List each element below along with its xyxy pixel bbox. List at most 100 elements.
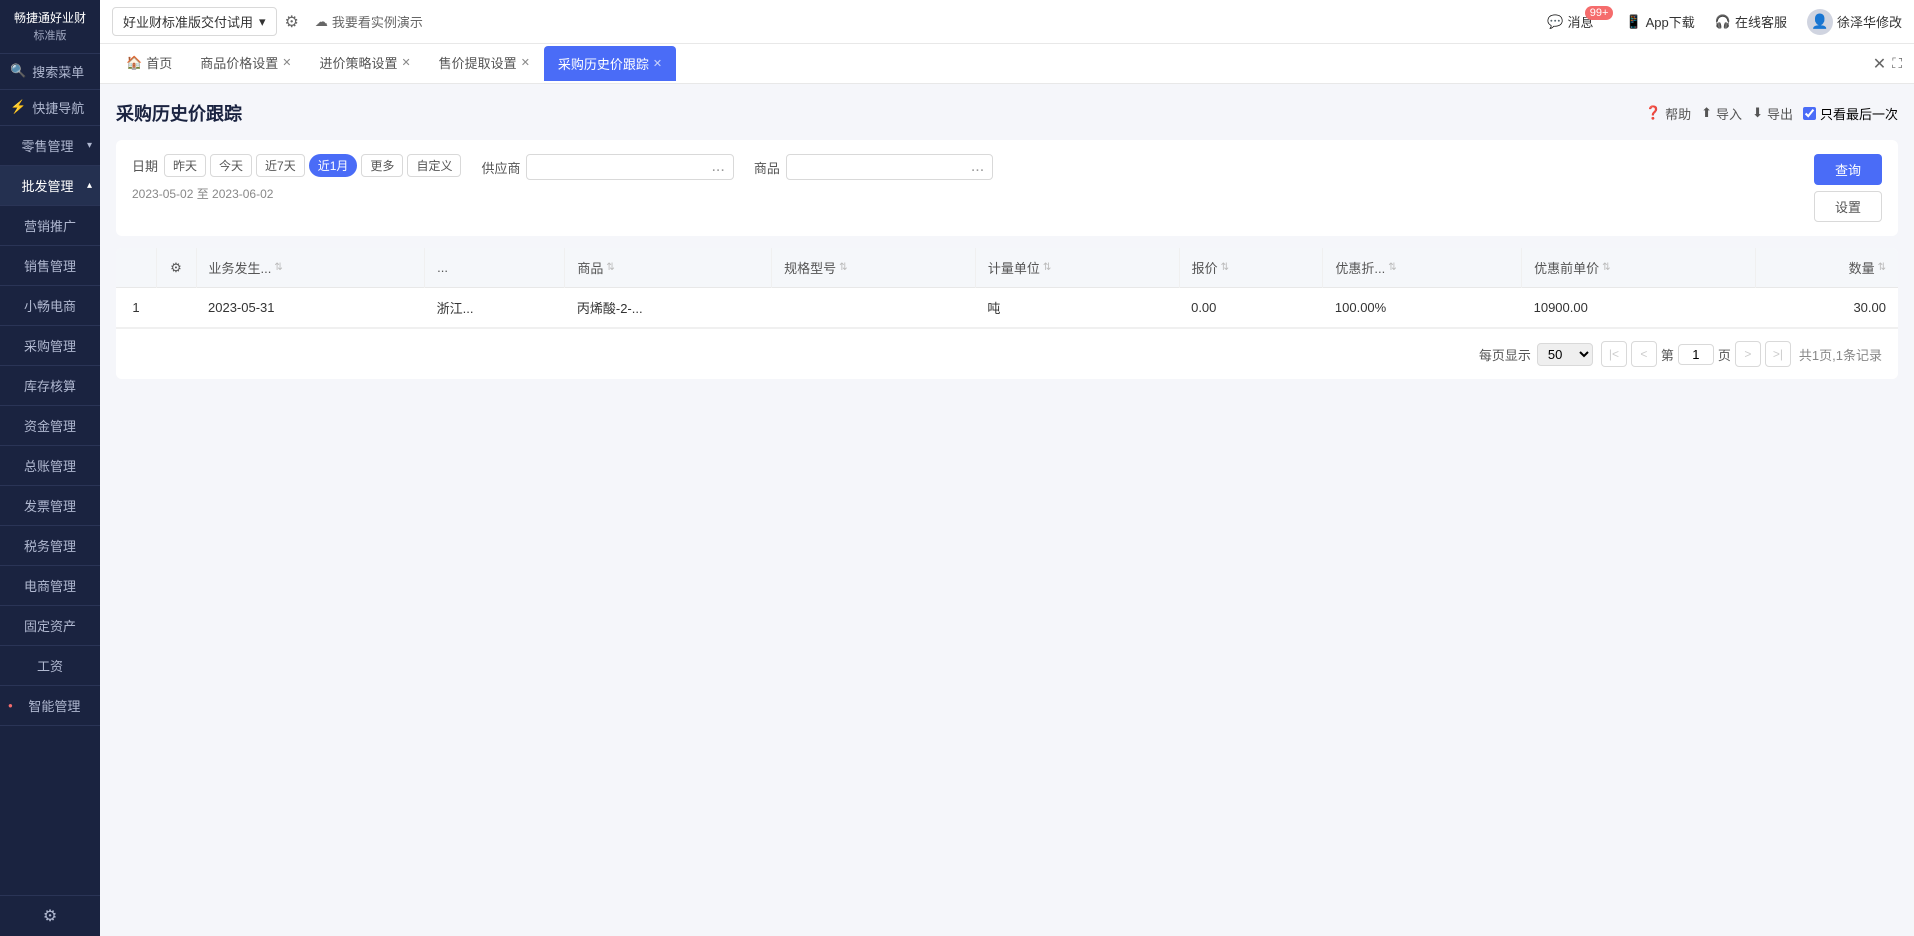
col-product[interactable]: 商品 ⇅ xyxy=(565,248,772,288)
filter-area: 日期 昨天 今天 近7天 近1月 更多 自定义 2023-05-02 至 202… xyxy=(116,140,1898,236)
query-button[interactable]: 查询 xyxy=(1814,154,1882,185)
tab-close-icon[interactable]: ✕ xyxy=(282,56,291,69)
avatar: 👤 xyxy=(1807,9,1833,35)
sidebar-item-quick-nav[interactable]: ⚡ 快捷导航 xyxy=(0,90,100,126)
tab-home[interactable]: 🏠 首页 xyxy=(112,45,186,82)
date-btn-7days[interactable]: 近7天 xyxy=(256,154,305,177)
online-service-label: 在线客服 xyxy=(1735,12,1787,31)
sidebar-item-wholesale[interactable]: 批发管理 ▴ xyxy=(0,166,100,206)
col-seq xyxy=(116,248,156,288)
tab-close-icon[interactable]: ✕ xyxy=(653,57,662,70)
sidebar-item-tax[interactable]: 税务管理 xyxy=(0,526,100,566)
date-btn-1month[interactable]: 近1月 xyxy=(309,154,358,177)
date-btn-yesterday[interactable]: 昨天 xyxy=(164,154,206,177)
only-last-label[interactable]: 只看最后一次 xyxy=(1820,104,1898,123)
sidebar-item-marketing[interactable]: 营销推广 xyxy=(0,206,100,246)
product-dots[interactable]: ... xyxy=(971,158,984,176)
page-label: 第 xyxy=(1661,345,1674,364)
tabs-expand-btn[interactable]: ⛶ xyxy=(1892,55,1902,72)
export-btn[interactable]: ⬇ 导出 xyxy=(1752,104,1793,123)
col-quote[interactable]: 报价 ⇅ xyxy=(1179,248,1323,288)
page-size-select[interactable]: 50 100 200 xyxy=(1537,343,1593,366)
help-btn[interactable]: ❓ 帮助 xyxy=(1645,104,1691,123)
supplier-input[interactable] xyxy=(535,160,711,175)
product-input[interactable] xyxy=(795,160,971,175)
sort-icon: ⇅ xyxy=(1878,262,1886,273)
tabs-close-btn[interactable]: ✕ xyxy=(1873,54,1886,74)
page-number-input[interactable] xyxy=(1678,344,1714,365)
col-gear[interactable]: ⚙ xyxy=(156,248,196,288)
sidebar-item-ai[interactable]: ● 智能管理 xyxy=(0,686,100,726)
search-icon: 🔍 xyxy=(10,63,26,79)
cell-product: 丙烯酸-2-... xyxy=(565,288,772,328)
user-menu-btn[interactable]: 👤 徐泽华修改 xyxy=(1807,9,1902,35)
version-selector[interactable]: 好业财标准版交付试用 ▾ xyxy=(112,7,277,36)
col-date-label: 业务发生... xyxy=(209,258,272,277)
filter-action-buttons: 查询 设置 xyxy=(1814,154,1882,222)
sidebar-search-label: 搜索菜单 xyxy=(32,62,84,81)
tab-purchase-price-strategy[interactable]: 进价策略设置 ✕ xyxy=(305,45,424,82)
col-unit-label: 计量单位 xyxy=(988,258,1040,277)
page-header: 采购历史价跟踪 ❓ 帮助 ⬆ 导入 ⬇ 导出 只看最后一次 xyxy=(116,100,1898,126)
app-download-btn[interactable]: 📱 App下载 xyxy=(1625,12,1694,31)
table-gear-icon: ⚙ xyxy=(170,260,182,275)
import-icon: ⬆ xyxy=(1701,105,1712,121)
tab-close-icon[interactable]: ✕ xyxy=(521,56,530,69)
message-btn[interactable]: 💬 消息 99+ xyxy=(1547,12,1605,31)
tab-purchase-history-label: 采购历史价跟踪 xyxy=(558,54,649,73)
only-last-checkbox[interactable] xyxy=(1803,107,1816,120)
sidebar-item-ecommerce[interactable]: 电商管理 xyxy=(0,566,100,606)
tab-purchase-history[interactable]: 采购历史价跟踪 ✕ xyxy=(544,46,676,81)
col-unit-price[interactable]: 优惠前单价 ⇅ xyxy=(1522,248,1756,288)
home-icon: 🏠 xyxy=(126,55,142,71)
sidebar-item-ecommerce-small[interactable]: 小畅电商 xyxy=(0,286,100,326)
sidebar-item-sales[interactable]: 销售管理 xyxy=(0,246,100,286)
col-dots-label: ... xyxy=(437,260,448,275)
sidebar-item-inventory[interactable]: 库存核算 xyxy=(0,366,100,406)
page-suffix: 页 xyxy=(1718,345,1731,364)
sidebar-item-search[interactable]: 🔍 搜索菜单 xyxy=(0,54,100,90)
page-last-btn[interactable]: >| xyxy=(1765,341,1791,367)
sidebar-bottom-gear[interactable]: ⚙ xyxy=(0,895,100,936)
sidebar-item-ledger[interactable]: 总账管理 xyxy=(0,446,100,486)
settings-icon[interactable]: ⚙ xyxy=(285,12,299,32)
page-prev-btn[interactable]: < xyxy=(1631,341,1657,367)
col-discount[interactable]: 优惠折... ⇅ xyxy=(1323,248,1522,288)
page-title: 采购历史价跟踪 xyxy=(116,100,242,126)
chevron-down-icon: ▾ xyxy=(87,140,92,151)
tab-selling-price[interactable]: 售价提取设置 ✕ xyxy=(425,45,544,82)
sidebar-item-payroll[interactable]: 工资 xyxy=(0,646,100,686)
date-btn-custom[interactable]: 自定义 xyxy=(407,154,461,177)
page-actions: ❓ 帮助 ⬆ 导入 ⬇ 导出 只看最后一次 xyxy=(1645,104,1898,123)
tab-close-icon[interactable]: ✕ xyxy=(401,56,410,69)
col-unit[interactable]: 计量单位 ⇅ xyxy=(975,248,1179,288)
only-last-checkbox-group: 只看最后一次 xyxy=(1803,104,1898,123)
sidebar-item-invoice[interactable]: 发票管理 xyxy=(0,486,100,526)
sort-icon: ⇅ xyxy=(1043,262,1051,273)
message-icon: 💬 xyxy=(1547,14,1563,30)
sidebar-item-fixed-assets[interactable]: 固定资产 xyxy=(0,606,100,646)
date-btn-today[interactable]: 今天 xyxy=(210,154,252,177)
col-spec[interactable]: 规格型号 ⇅ xyxy=(772,248,976,288)
per-page-label: 每页显示 xyxy=(1479,345,1531,364)
sidebar-item-finance[interactable]: 资金管理 xyxy=(0,406,100,446)
page-next-btn[interactable]: > xyxy=(1735,341,1761,367)
sidebar-item-purchase[interactable]: 采购管理 xyxy=(0,326,100,366)
date-btn-more[interactable]: 更多 xyxy=(361,154,403,177)
topbar-right: 💬 消息 99+ 📱 App下载 🎧 在线客服 👤 徐泽华修改 xyxy=(1547,9,1902,35)
headset-icon: 🎧 xyxy=(1715,14,1731,30)
version-label: 好业财标准版交付试用 xyxy=(123,12,253,31)
supplier-dots[interactable]: ... xyxy=(711,158,724,176)
online-service-btn[interactable]: 🎧 在线客服 xyxy=(1715,12,1787,31)
import-btn[interactable]: ⬆ 导入 xyxy=(1701,104,1742,123)
supplier-filter: 供应商 ... xyxy=(481,154,733,180)
tab-product-price[interactable]: 商品价格设置 ✕ xyxy=(186,45,305,82)
filter-settings-button[interactable]: 设置 xyxy=(1814,191,1882,222)
sidebar-item-retail[interactable]: 零售管理 ▾ xyxy=(0,126,100,166)
col-quantity[interactable]: 数量 ⇅ xyxy=(1755,248,1898,288)
main-area: 好业财标准版交付试用 ▾ ⚙ ☁ 我要看实例演示 💬 消息 99+ 📱 App下… xyxy=(100,0,1914,936)
col-date[interactable]: 业务发生... ⇅ xyxy=(196,248,425,288)
demo-link[interactable]: ☁ 我要看实例演示 xyxy=(315,12,423,31)
col-dots[interactable]: ... xyxy=(425,248,565,288)
page-first-btn[interactable]: |< xyxy=(1601,341,1627,367)
